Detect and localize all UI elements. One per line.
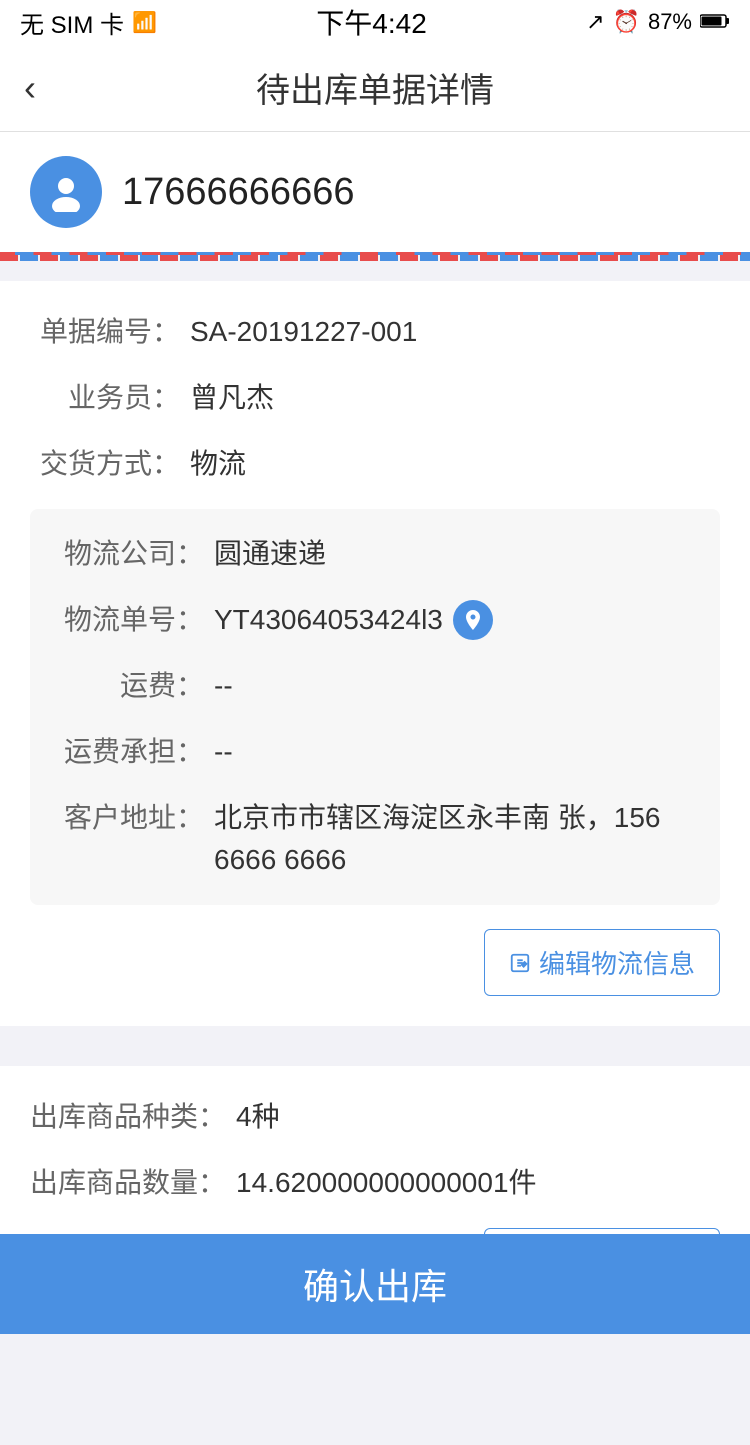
battery-icon [700,9,730,35]
address-value: 北京市市辖区海淀区永丰南 张，156 6666 6666 [214,797,696,881]
edit-logistics-label: 编辑物流信息 [539,944,695,981]
tracking-number-value: YT43064053424l3 [214,599,443,641]
tracking-number-row: 物流单号： YT43064053424l3 [54,599,696,641]
document-number-label: 单据编号： [30,311,190,353]
logistics-card: 物流公司： 圆通速递 物流单号： YT43064053424l3 运费： -- … [30,509,720,905]
freight-row: 运费： -- [54,665,696,707]
logistics-company-row: 物流公司： 圆通速递 [54,533,696,575]
document-number-value: SA-20191227-001 [190,311,720,353]
freight-bear-label: 运费承担： [54,731,214,773]
section-divider-1 [0,1026,750,1046]
freight-label: 运费： [54,665,214,707]
location-icon[interactable] [453,600,493,640]
goods-quantity-row: 出库商品数量： 14.620000000000001件 [30,1162,720,1204]
confirm-button[interactable]: 确认出库 [0,1258,750,1310]
freight-value: -- [214,665,696,707]
address-label: 客户地址： [54,797,214,839]
delivery-method-value: 物流 [190,443,720,485]
back-button[interactable]: ‹ [24,67,36,109]
contact-header: 17666666666 [0,132,750,255]
status-time: 下午4:42 [316,2,427,42]
page-title: 待出库单据详情 [256,63,494,112]
goods-quantity-value: 14.620000000000001件 [236,1162,720,1204]
edit-logistics-button-row: 编辑物流信息 [30,929,720,996]
sales-person-row: 业务员： 曾凡杰 [30,377,720,419]
edit-logistics-button[interactable]: 编辑物流信息 [484,929,720,996]
address-row: 客户地址： 北京市市辖区海淀区永丰南 张，156 6666 6666 [54,797,696,881]
avatar [30,156,102,228]
goods-types-row: 出库商品种类： 4种 [30,1096,720,1138]
status-bar: 无 SIM 卡 📶 下午4:42 ↗ ⏰ 87% [0,0,750,44]
dashed-divider [0,255,750,261]
sales-person-value: 曾凡杰 [190,377,720,419]
document-number-row: 单据编号： SA-20191227-001 [30,311,720,353]
freight-bear-row: 运费承担： -- [54,731,696,773]
logistics-company-value: 圆通速递 [214,533,696,575]
contact-phone: 17666666666 [122,171,354,214]
status-left: 无 SIM 卡 📶 [20,5,157,40]
status-right: ↗ ⏰ 87% [586,9,730,35]
sales-person-label: 业务员： [30,377,190,419]
battery-text: 87% [648,9,692,35]
location-status-icon: ↗ [586,9,604,35]
delivery-method-row: 交货方式： 物流 [30,443,720,485]
alarm-icon: ⏰ [613,9,640,35]
basic-info-section: 单据编号： SA-20191227-001 业务员： 曾凡杰 交货方式： 物流 … [0,281,750,1026]
carrier-text: 无 SIM 卡 [20,5,124,40]
wifi-icon: 📶 [132,10,157,35]
nav-bar: ‹ 待出库单据详情 [0,44,750,132]
delivery-method-label: 交货方式： [30,443,190,485]
goods-quantity-label: 出库商品数量： [30,1162,236,1204]
tracking-number-label: 物流单号： [54,599,214,641]
bottom-bar: 确认出库 [0,1234,750,1334]
freight-bear-value: -- [214,731,696,773]
logistics-company-label: 物流公司： [54,533,214,575]
goods-types-label: 出库商品种类： [30,1096,236,1138]
tracking-number-value-wrap: YT43064053424l3 [214,599,696,641]
goods-types-value: 4种 [236,1096,720,1138]
